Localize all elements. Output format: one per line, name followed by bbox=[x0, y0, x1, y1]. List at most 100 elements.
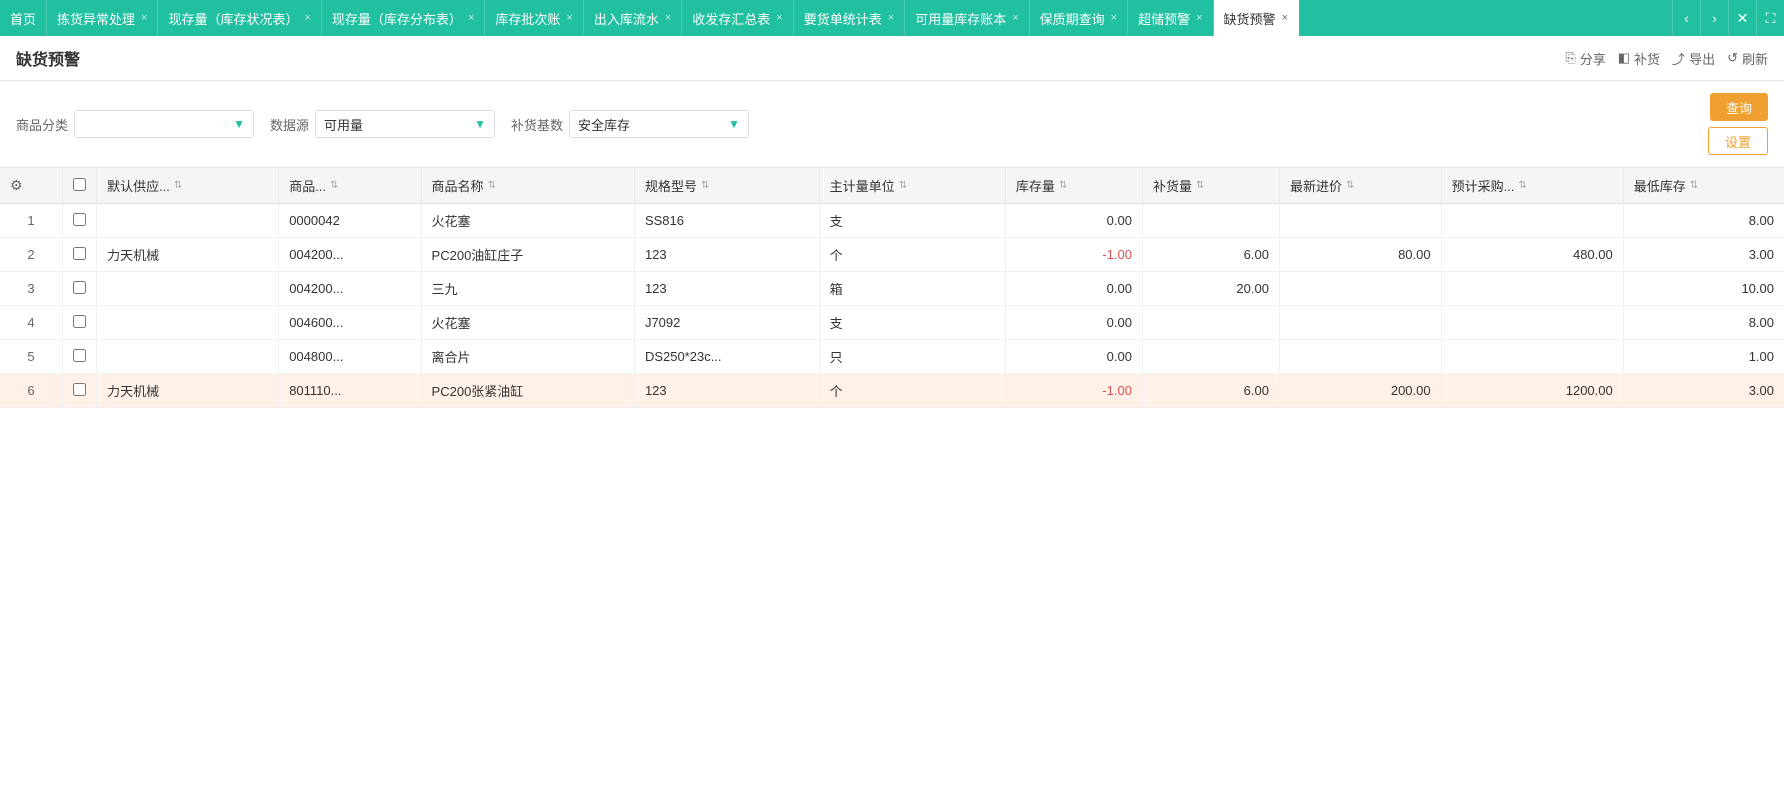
nav-tab-inout[interactable]: 出入库流水 × bbox=[584, 0, 682, 36]
close-icon[interactable]: × bbox=[665, 12, 671, 24]
cell-code: 004200... bbox=[279, 272, 421, 306]
close-icon[interactable]: × bbox=[304, 12, 310, 24]
datasource-select[interactable]: 可用量 ▼ bbox=[315, 110, 495, 138]
cell-latest-price bbox=[1279, 272, 1441, 306]
sort-icon[interactable]: ⇅ bbox=[701, 180, 709, 191]
cell-supplier: 力天机械 bbox=[97, 238, 279, 272]
row-checkbox-cell[interactable] bbox=[63, 340, 97, 374]
nav-tab-expiry[interactable]: 保质期查询 × bbox=[1030, 0, 1128, 36]
cell-latest-price bbox=[1279, 204, 1441, 238]
cell-est-purchase: 1200.00 bbox=[1441, 374, 1623, 408]
nav-tab-home[interactable]: 首页 bbox=[0, 0, 47, 36]
cell-est-purchase bbox=[1441, 340, 1623, 374]
cell-unit: 箱 bbox=[819, 272, 1005, 306]
share-button[interactable]: ⎘ 分享 bbox=[1565, 49, 1605, 68]
replenish-base-select[interactable]: 安全库存 ▼ bbox=[569, 110, 749, 138]
table-body: 1 0000042 火花塞 SS816 支 0.00 8.00 2 力天机械 0… bbox=[0, 204, 1784, 408]
table-row: 3 004200... 三九 123 箱 0.00 20.00 10.00 bbox=[0, 272, 1784, 306]
sort-icon[interactable]: ⇅ bbox=[1059, 180, 1067, 191]
row-checkbox[interactable] bbox=[73, 383, 86, 396]
main-content: 缺货预警 ⎘ 分享 ◧ 补货 ⤴ 导出 ↺ 刷新 商品分类 bbox=[0, 36, 1784, 796]
nav-prev-button[interactable]: ‹ bbox=[1672, 0, 1700, 36]
sort-icon[interactable]: ⇅ bbox=[174, 180, 182, 191]
refresh-button[interactable]: ↺ 刷新 bbox=[1727, 49, 1768, 68]
nav-tab-summary[interactable]: 收发存汇总表 × bbox=[682, 0, 793, 36]
col-supplier: 默认供应... ⇅ bbox=[97, 168, 279, 204]
cell-replenish bbox=[1142, 204, 1279, 238]
nav-next-button[interactable]: › bbox=[1700, 0, 1728, 36]
table-row: 6 力天机械 801110... PC200张紧油缸 123 个 -1.00 6… bbox=[0, 374, 1784, 408]
replenish-base-label: 补货基数 bbox=[511, 115, 563, 134]
cell-code: 0000042 bbox=[279, 204, 421, 238]
settings-button[interactable]: 设置 bbox=[1708, 127, 1768, 155]
cell-latest-price: 200.00 bbox=[1279, 374, 1441, 408]
row-checkbox[interactable] bbox=[73, 281, 86, 294]
replenish-base-filter-group: 补货基数 安全库存 ▼ bbox=[511, 110, 749, 138]
close-icon[interactable]: × bbox=[888, 12, 894, 24]
sort-icon[interactable]: ⇅ bbox=[1346, 180, 1354, 191]
row-number: 2 bbox=[0, 238, 63, 272]
sort-icon[interactable]: ⇅ bbox=[330, 180, 338, 191]
page-title: 缺货预警 bbox=[16, 46, 1565, 70]
filter-actions: 查询 设置 bbox=[1708, 93, 1768, 155]
nav-tab-picking[interactable]: 拣货异常处理 × bbox=[47, 0, 158, 36]
close-icon[interactable]: × bbox=[1282, 12, 1288, 24]
cell-unit: 个 bbox=[819, 238, 1005, 272]
row-checkbox[interactable] bbox=[73, 247, 86, 260]
sort-icon[interactable]: ⇅ bbox=[899, 180, 907, 191]
nav-tab-batch[interactable]: 库存批次账 × bbox=[485, 0, 583, 36]
table-row: 4 004600... 火花塞 J7092 支 0.00 8.00 bbox=[0, 306, 1784, 340]
close-icon[interactable]: × bbox=[141, 12, 147, 24]
cell-min-stock: 8.00 bbox=[1623, 204, 1784, 238]
row-checkbox-cell[interactable] bbox=[63, 238, 97, 272]
nav-tab-stock-dist[interactable]: 现存量（库存分布表） × bbox=[322, 0, 485, 36]
cell-spec: J7092 bbox=[634, 306, 819, 340]
col-unit: 主计量单位 ⇅ bbox=[819, 168, 1005, 204]
replenish-button[interactable]: ◧ 补货 bbox=[1618, 49, 1660, 68]
close-icon[interactable]: × bbox=[1196, 12, 1202, 24]
category-select[interactable]: ▼ bbox=[74, 110, 254, 138]
select-all-checkbox[interactable] bbox=[73, 178, 86, 191]
row-number: 3 bbox=[0, 272, 63, 306]
row-checkbox-cell[interactable] bbox=[63, 374, 97, 408]
row-checkbox[interactable] bbox=[73, 213, 86, 226]
share-icon: ⎘ bbox=[1565, 50, 1575, 66]
nav-close-button[interactable]: ✕ bbox=[1728, 0, 1756, 36]
nav-tab-stock-status[interactable]: 现存量（库存状况表） × bbox=[158, 0, 321, 36]
row-checkbox-cell[interactable] bbox=[63, 204, 97, 238]
close-icon[interactable]: × bbox=[1111, 12, 1117, 24]
close-icon[interactable]: × bbox=[566, 12, 572, 24]
cell-min-stock: 1.00 bbox=[1623, 340, 1784, 374]
sort-icon[interactable]: ⇅ bbox=[1196, 180, 1204, 191]
row-checkbox[interactable] bbox=[73, 315, 86, 328]
col-name: 商品名称 ⇅ bbox=[421, 168, 634, 204]
sort-icon[interactable]: ⇅ bbox=[488, 180, 496, 191]
nav-tab-order-stat[interactable]: 要货单统计表 × bbox=[794, 0, 905, 36]
close-icon[interactable]: × bbox=[776, 12, 782, 24]
close-icon[interactable]: × bbox=[468, 12, 474, 24]
cell-unit: 支 bbox=[819, 204, 1005, 238]
gear-icon[interactable]: ⚙ bbox=[10, 177, 23, 193]
nav-tab-available[interactable]: 可用量库存账本 × bbox=[905, 0, 1029, 36]
col-gear[interactable]: ⚙ bbox=[0, 168, 63, 204]
row-checkbox-cell[interactable] bbox=[63, 272, 97, 306]
row-checkbox[interactable] bbox=[73, 349, 86, 362]
cell-replenish bbox=[1142, 340, 1279, 374]
sort-icon[interactable]: ⇅ bbox=[1518, 180, 1526, 191]
export-button[interactable]: ⤴ 导出 bbox=[1672, 49, 1715, 68]
row-checkbox-cell[interactable] bbox=[63, 306, 97, 340]
cell-supplier bbox=[97, 340, 279, 374]
query-button[interactable]: 查询 bbox=[1710, 93, 1768, 121]
sort-icon[interactable]: ⇅ bbox=[1690, 180, 1698, 191]
cell-est-purchase bbox=[1441, 272, 1623, 306]
close-icon[interactable]: × bbox=[1012, 12, 1018, 24]
data-table: ⚙ 默认供应... ⇅ 商品... ⇅ bbox=[0, 168, 1784, 408]
cell-name: 火花塞 bbox=[421, 204, 634, 238]
nav-tab-shortage[interactable]: 缺货预警 × bbox=[1214, 0, 1299, 36]
nav-fullscreen-button[interactable]: ⛶ bbox=[1756, 0, 1784, 36]
nav-tab-overstock[interactable]: 超储预警 × bbox=[1128, 0, 1213, 36]
col-code: 商品... ⇅ bbox=[279, 168, 421, 204]
cell-min-stock: 3.00 bbox=[1623, 238, 1784, 272]
datasource-label: 数据源 bbox=[270, 115, 309, 134]
col-checkbox[interactable] bbox=[63, 168, 97, 204]
